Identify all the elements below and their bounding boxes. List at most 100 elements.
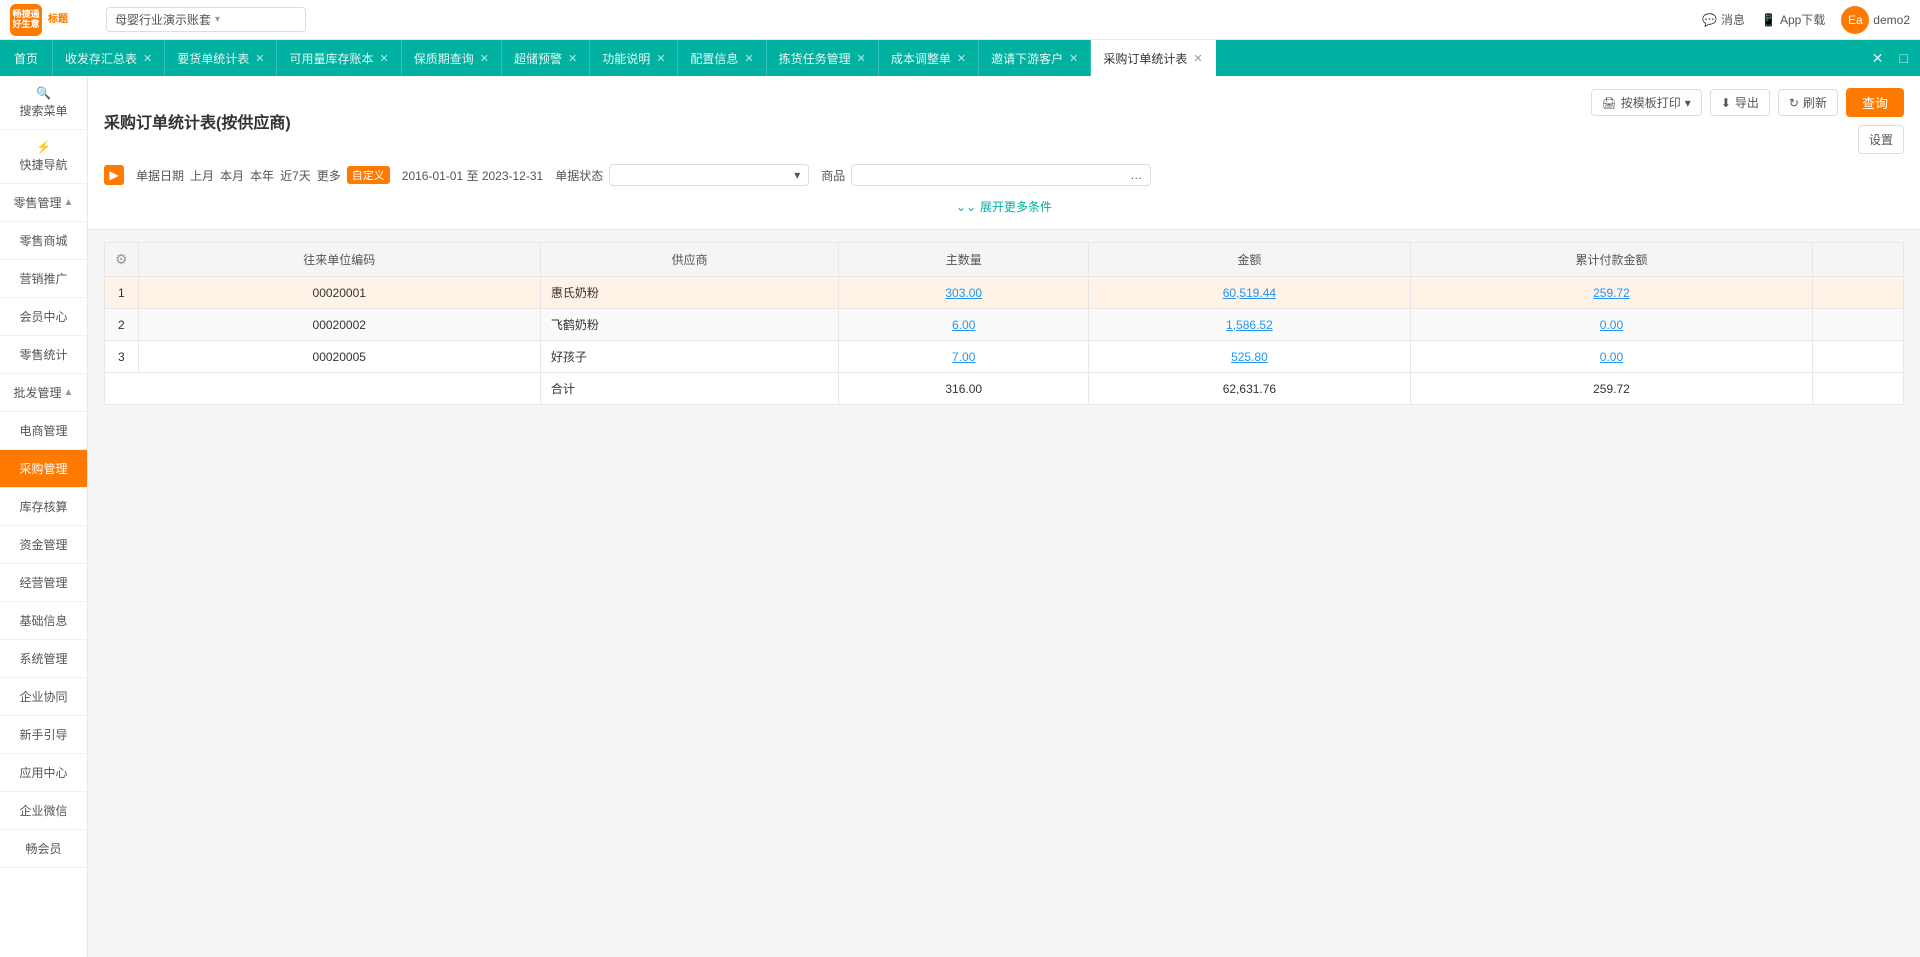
expand-more-button[interactable]: ⌄⌄ 展开更多条件 bbox=[948, 194, 1060, 219]
tab-yaohuo-label: 要货单统计表 bbox=[177, 50, 249, 67]
tab-kucun-label: 可用量库存账本 bbox=[289, 50, 373, 67]
sidebar: 🔍 搜索菜单 ⚡ 快捷导航 零售管理 ▲ 零售商城 营销推广 会员中心 零售统计… bbox=[0, 76, 88, 957]
sidebar-item-appstore[interactable]: 应用中心 bbox=[0, 754, 87, 792]
sidebar-item-marketing[interactable]: 营销推广 bbox=[0, 260, 87, 298]
brand-name: 标题 bbox=[48, 14, 68, 26]
message-icon: 💬 bbox=[1702, 13, 1717, 27]
tab-gongneng-close[interactable]: ✕ bbox=[656, 52, 665, 65]
tab-baozhi[interactable]: 保质期查询 ✕ bbox=[402, 40, 502, 76]
tab-kucun-close[interactable]: ✕ bbox=[380, 52, 389, 65]
row2-qty[interactable]: 6.00 bbox=[839, 309, 1089, 341]
query-button[interactable]: 查询 bbox=[1846, 88, 1904, 117]
sidebar-item-purchase[interactable]: 采购管理 bbox=[0, 450, 87, 488]
tab-baozhi-close[interactable]: ✕ bbox=[480, 52, 489, 65]
sidebar-item-enterprise[interactable]: 企业协同 bbox=[0, 678, 87, 716]
sidebar-basicinfo-label: 基础信息 bbox=[19, 612, 67, 629]
sidebar-retail-arrow-icon: ▲ bbox=[64, 197, 74, 208]
date-filter-item: 单据日期 上月 本月 本年 近7天 更多 自定义 bbox=[136, 166, 390, 184]
row1-amount[interactable]: 60,519.44 bbox=[1089, 277, 1411, 309]
settings-button[interactable]: 设置 bbox=[1858, 125, 1904, 154]
date-shortcuts: 上月 本月 本年 近7天 更多 bbox=[190, 167, 341, 184]
tab-kucun[interactable]: 可用量库存账本 ✕ bbox=[277, 40, 401, 76]
refresh-icon: ↻ bbox=[1789, 96, 1799, 110]
status-select-chevron-icon: ▾ bbox=[794, 168, 800, 182]
tab-maximize-icon[interactable]: □ bbox=[1896, 50, 1912, 66]
row3-amount[interactable]: 525.80 bbox=[1089, 341, 1411, 373]
sidebar-item-members[interactable]: 会员中心 bbox=[0, 298, 87, 336]
sidebar-item-ecommerce[interactable]: 电商管理 bbox=[0, 412, 87, 450]
filter-toggle-button[interactable]: ▶ bbox=[104, 165, 124, 185]
sidebar-wechat-label: 企业微信 bbox=[19, 802, 67, 819]
refresh-button[interactable]: ↻ 刷新 bbox=[1778, 89, 1838, 116]
tab-gongneng[interactable]: 功能说明 ✕ bbox=[590, 40, 678, 76]
sidebar-item-retail-stats[interactable]: 零售统计 bbox=[0, 336, 87, 374]
print-button[interactable]: 🖨 按模板打印 ▾ bbox=[1591, 89, 1702, 116]
sidebar-inventory-label: 库存核算 bbox=[19, 498, 67, 515]
workspace-selector[interactable]: 母婴行业演示账套 ▾ bbox=[106, 7, 306, 32]
expand-chevron-icon: ⌄⌄ bbox=[956, 200, 976, 214]
shortcut-this-month[interactable]: 本月 bbox=[220, 167, 244, 184]
sidebar-item-newbie[interactable]: 新手引导 bbox=[0, 716, 87, 754]
app-download-button[interactable]: 📱 App下载 bbox=[1761, 11, 1825, 28]
table-header: ⚙ 往来单位编码 供应商 主数量 金额 累计付款金额 bbox=[105, 243, 1904, 277]
top-bar: 畅捷通好生意 标题 母婴行业演示账套 ▾ 💬 消息 📱 App下载 Ea dem… bbox=[0, 0, 1920, 40]
sidebar-item-system[interactable]: 系统管理 bbox=[0, 640, 87, 678]
row1-qty[interactable]: 303.00 bbox=[839, 277, 1089, 309]
tab-jian-close[interactable]: ✕ bbox=[857, 52, 866, 65]
custom-date-tag[interactable]: 自定义 bbox=[347, 166, 390, 184]
print-label: 按模板打印 bbox=[1621, 94, 1681, 111]
tab-yaohuo-close[interactable]: ✕ bbox=[255, 52, 264, 65]
column-settings-icon[interactable]: ⚙ bbox=[115, 251, 128, 267]
tab-yaohuo[interactable]: 要货单统计表 ✕ bbox=[165, 40, 277, 76]
row1-paid[interactable]: 259.72 bbox=[1410, 277, 1812, 309]
tab-shoufacun[interactable]: 收发存汇总表 ✕ bbox=[53, 40, 165, 76]
shortcut-last-month[interactable]: 上月 bbox=[190, 167, 214, 184]
tab-yaoqing[interactable]: 邀请下游客户 ✕ bbox=[979, 40, 1091, 76]
expand-label: 展开更多条件 bbox=[980, 198, 1052, 215]
sidebar-marketing-label: 营销推广 bbox=[19, 270, 67, 287]
tab-peizhi-close[interactable]: ✕ bbox=[744, 52, 753, 65]
row2-amount[interactable]: 1,586.52 bbox=[1089, 309, 1411, 341]
row3-qty[interactable]: 7.00 bbox=[839, 341, 1089, 373]
table-container: ⚙ 往来单位编码 供应商 主数量 金额 累计付款金额 1 00020001 bbox=[88, 230, 1920, 957]
sidebar-item-wechat[interactable]: 企业微信 bbox=[0, 792, 87, 830]
sidebar-item-finance[interactable]: 资金管理 bbox=[0, 526, 87, 564]
tab-chao[interactable]: 超储预警 ✕ bbox=[502, 40, 590, 76]
row2-paid[interactable]: 0.00 bbox=[1410, 309, 1812, 341]
tab-peizhi[interactable]: 配置信息 ✕ bbox=[678, 40, 766, 76]
sidebar-item-search[interactable]: 🔍 搜索菜单 bbox=[0, 76, 87, 130]
logo-area: 畅捷通好生意 标题 bbox=[10, 4, 98, 36]
tab-close-all-icon[interactable]: ✕ bbox=[1868, 50, 1888, 67]
sidebar-item-operations[interactable]: 经营管理 bbox=[0, 564, 87, 602]
tab-yaoqing-close[interactable]: ✕ bbox=[1069, 52, 1078, 65]
sidebar-item-quicknav[interactable]: ⚡ 快捷导航 bbox=[0, 130, 87, 184]
goods-input[interactable]: … bbox=[851, 164, 1151, 186]
avatar-initials: Ea bbox=[1848, 13, 1863, 27]
tab-chao-close[interactable]: ✕ bbox=[568, 52, 577, 65]
export-button[interactable]: ⬇ 导出 bbox=[1710, 89, 1770, 116]
user-profile[interactable]: Ea demo2 bbox=[1841, 6, 1910, 34]
tab-caigou[interactable]: 采购订单统计表 ✕ bbox=[1091, 40, 1215, 76]
tab-shoufacun-close[interactable]: ✕ bbox=[143, 52, 152, 65]
shortcut-this-year[interactable]: 本年 bbox=[250, 167, 274, 184]
status-select[interactable]: ▾ bbox=[609, 164, 809, 186]
tab-jian[interactable]: 拣货任务管理 ✕ bbox=[767, 40, 879, 76]
user-name: demo2 bbox=[1873, 13, 1910, 27]
tab-chengben-close[interactable]: ✕ bbox=[957, 52, 966, 65]
sidebar-item-inventory[interactable]: 库存核算 bbox=[0, 488, 87, 526]
sidebar-item-retail-shop[interactable]: 零售商城 bbox=[0, 222, 87, 260]
sidebar-item-vip[interactable]: 畅会员 bbox=[0, 830, 87, 868]
tab-jian-label: 拣货任务管理 bbox=[779, 50, 851, 67]
tab-chengben[interactable]: 成本调整单 ✕ bbox=[879, 40, 979, 76]
tab-home[interactable]: 首页 bbox=[0, 40, 53, 76]
tab-caigou-close[interactable]: ✕ bbox=[1193, 52, 1202, 65]
page-title-row: 采购订单统计表(按供应商) 🖨 按模板打印 ▾ ⬇ 导出 bbox=[104, 88, 1904, 154]
sidebar-item-wholesale[interactable]: 批发管理 ▲ bbox=[0, 374, 87, 412]
message-button[interactable]: 💬 消息 bbox=[1702, 11, 1745, 28]
sidebar-item-retail-mgmt[interactable]: 零售管理 ▲ bbox=[0, 184, 87, 222]
row3-paid[interactable]: 0.00 bbox=[1410, 341, 1812, 373]
sidebar-item-basic-info[interactable]: 基础信息 bbox=[0, 602, 87, 640]
shortcut-more[interactable]: 更多 bbox=[317, 167, 341, 184]
shortcut-7days[interactable]: 近7天 bbox=[280, 167, 311, 184]
col-supplier-header: 供应商 bbox=[540, 243, 839, 277]
